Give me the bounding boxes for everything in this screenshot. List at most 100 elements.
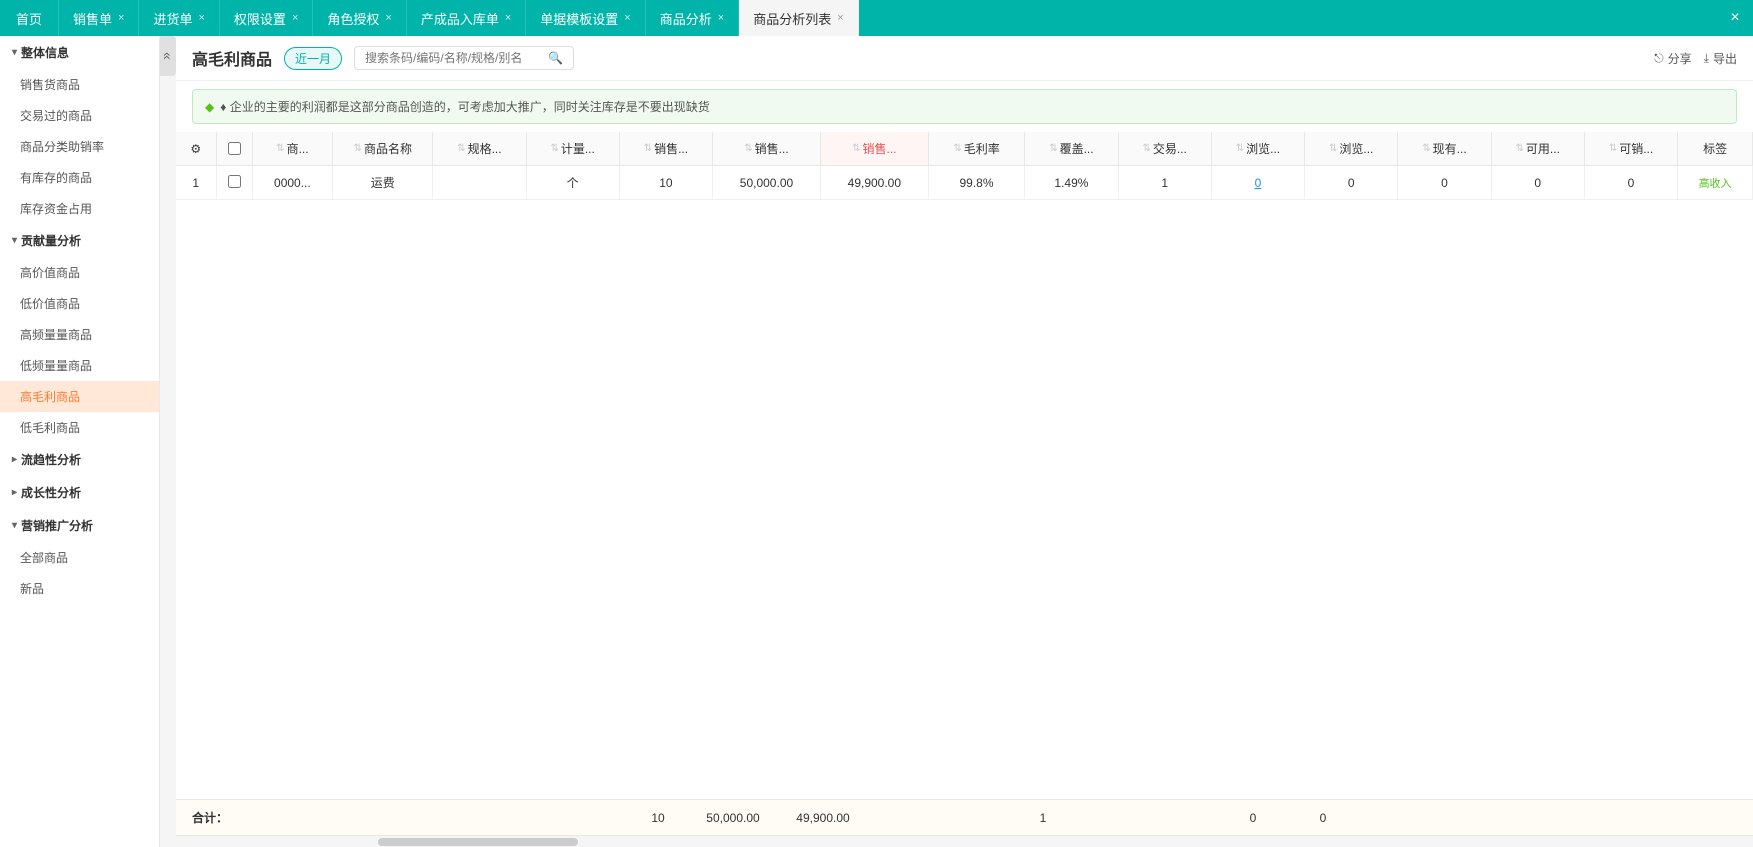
sidebar-item-low-freq-goods[interactable]: 低频量量商品 [0,350,159,381]
sidebar-item-goods-assist-rate[interactable]: 商品分类助销率 [0,131,159,162]
horizontal-scrollbar[interactable] [176,835,1753,847]
tab-product-entry[interactable]: 产成品入库单 × [407,0,526,36]
sidebar-section-marketing-analysis: ▾ 营销推广分析 全部商品 新品 [0,509,159,604]
sidebar-item-new-goods[interactable]: 新品 [0,573,159,604]
purchase-order-close[interactable]: × [198,12,204,24]
collapse-icon: « [160,52,176,60]
sales-order-close[interactable]: × [118,12,124,24]
sidebar-item-sales-goods[interactable]: 销售货商品 [0,69,159,100]
sidebar-section-overall-info-title[interactable]: ▾ 整体信息 [0,36,159,69]
sidebar-item-high-freq-goods[interactable]: 高频量量商品 [0,319,159,350]
col-checkbox [216,132,252,166]
sidebar-section-growth-analysis-title[interactable]: ▸ 成长性分析 [0,476,159,509]
sort-icon-13: ⇅ [1422,143,1430,154]
col-sales-amount: ⇅ 销售... [713,132,821,166]
tab-purchase-order[interactable]: 进货单 × [139,0,219,36]
export-button[interactable]: ⤓ 导出 [1704,50,1737,67]
cell-unit: 个 [526,166,619,200]
home-label: 首页 [16,9,42,28]
share-button[interactable]: ⎋ 分享 [1654,50,1692,67]
settings-icon[interactable]: ⚙ [190,142,201,156]
sidebar-item-inventory-capital[interactable]: 库存资金占用 [0,193,159,224]
header-actions: ⎋ 分享 ⤓ 导出 [1654,50,1737,67]
col-saleable: ⇅ 可销... [1584,132,1677,166]
product-analysis-label: 商品分析 [660,9,712,28]
product-table: ⚙ ⇅ 商... [176,132,1753,200]
col-browse1: ⇅ 浏览... [1211,132,1304,166]
notice-text: ♦ 企业的主要的利润都是这部分商品创造的，可考虑加大推广，同时关注库存是不要出现… [220,98,709,115]
tab-sales-order[interactable]: 销售单 × [59,0,139,36]
tab-permission-settings[interactable]: 权限设置 × [220,0,313,36]
col-code: ⇅ 商... [252,132,333,166]
sidebar-item-inventory-goods[interactable]: 有库存的商品 [0,162,159,193]
tab-role-permission[interactable]: 角色授权 × [313,0,406,36]
close-all-button[interactable]: × [1717,0,1753,36]
sidebar-section-wealth-analysis-title[interactable]: ▾ 贡献量分析 [0,224,159,257]
tab-home[interactable]: 首页 [0,0,59,36]
table-container: ⚙ ⇅ 商... [176,132,1753,799]
sidebar-item-traded-goods[interactable]: 交易过的商品 [0,100,159,131]
sidebar-section-marketing-analysis-title[interactable]: ▾ 营销推广分析 [0,509,159,542]
col-coverage: ⇅ 覆盖... [1025,132,1118,166]
sidebar-section-trend-analysis-title[interactable]: ▸ 流趋性分析 [0,443,159,476]
sort-icon-2: ⇅ [354,143,362,154]
cell-browse1: 0 [1211,166,1304,200]
sidebar-section-growth-analysis: ▸ 成长性分析 [0,476,159,509]
sort-icon-11: ⇅ [1236,143,1244,154]
sort-icon-15: ⇅ [1609,143,1617,154]
col-sales-qty: ⇅ 销售... [619,132,712,166]
share-icon: ⎋ [1654,51,1664,66]
template-settings-label: 单据模板设置 [540,9,618,28]
cell-available: 0 [1491,166,1584,200]
sidebar-item-low-value-goods[interactable]: 低价值商品 [0,288,159,319]
search-icon[interactable]: 🔍 [548,51,563,65]
sort-icon: ⇅ [276,143,284,154]
sort-icon-6: ⇅ [744,143,752,154]
permission-settings-close[interactable]: × [292,12,298,24]
select-all-checkbox[interactable] [228,142,241,155]
cell-checkbox [216,166,252,200]
tab-template-settings[interactable]: 单据模板设置 × [526,0,645,36]
filter-recent-month-button[interactable]: 近一月 [284,47,342,70]
arrow-down-icon-2: ▾ [12,235,17,246]
summary-transaction: 1 [1008,811,1078,825]
notice-icon: ◆ [205,100,214,114]
cell-transaction: 1 [1118,166,1211,200]
browse1-link[interactable]: 0 [1255,176,1262,190]
arrow-right-icon: ▸ [12,454,17,465]
cell-current-stock: 0 [1398,166,1491,200]
product-analysis-list-close[interactable]: × [837,12,843,24]
search-container: 🔍 [354,46,574,70]
footer-summary: 合计： 10 50,000.00 49,900.00 1 [176,799,1753,835]
content-area: 高毛利商品 近一月 🔍 ⎋ 分享 ⤓ 导出 [176,36,1753,847]
col-current-stock: ⇅ 现有... [1398,132,1491,166]
top-navigation: 首页 销售单 × 进货单 × 权限设置 × 角色授权 × 产成品入库单 × 单据… [0,0,1753,36]
product-entry-close[interactable]: × [505,12,511,24]
product-analysis-close[interactable]: × [718,12,724,24]
sidebar-item-all-goods[interactable]: 全部商品 [0,542,159,573]
row-checkbox[interactable] [228,175,241,188]
arrow-right-icon-2: ▸ [12,487,17,498]
sidebar-toggle-button[interactable]: « [160,36,176,76]
scroll-thumb[interactable] [378,838,578,846]
cell-name: 运费 [333,166,433,200]
sidebar-item-low-margin-goods[interactable]: 低毛利商品 [0,412,159,443]
tab-product-analysis-list[interactable]: 商品分析列表 × [739,0,858,36]
sidebar-item-high-value-goods[interactable]: 高价值商品 [0,257,159,288]
sidebar-section-overall-info: ▾ 整体信息 销售货商品 交易过的商品 商品分类助销率 有库存的商品 库存资金占… [0,36,159,224]
purchase-order-label: 进货单 [153,9,192,28]
template-settings-close[interactable]: × [624,12,630,24]
cell-sales-profit: 49,900.00 [820,166,928,200]
col-transaction: ⇅ 交易... [1118,132,1211,166]
role-permission-close[interactable]: × [385,12,391,24]
arrow-down-icon-3: ▾ [12,520,17,531]
tab-product-analysis[interactable]: 商品分析 × [646,0,739,36]
cell-sales-amount: 50,000.00 [713,166,821,200]
sidebar-item-high-margin-goods[interactable]: 高毛利商品 [0,381,159,412]
notice-bar: ◆ ♦ 企业的主要的利润都是这部分商品创造的，可考虑加大推广，同时关注库存是不要… [192,89,1737,124]
col-index: ⚙ [176,132,216,166]
col-tag: 标签 [1678,132,1753,166]
cell-index: 1 [176,166,216,200]
search-input[interactable] [365,51,542,65]
cell-browse2: 0 [1305,166,1398,200]
